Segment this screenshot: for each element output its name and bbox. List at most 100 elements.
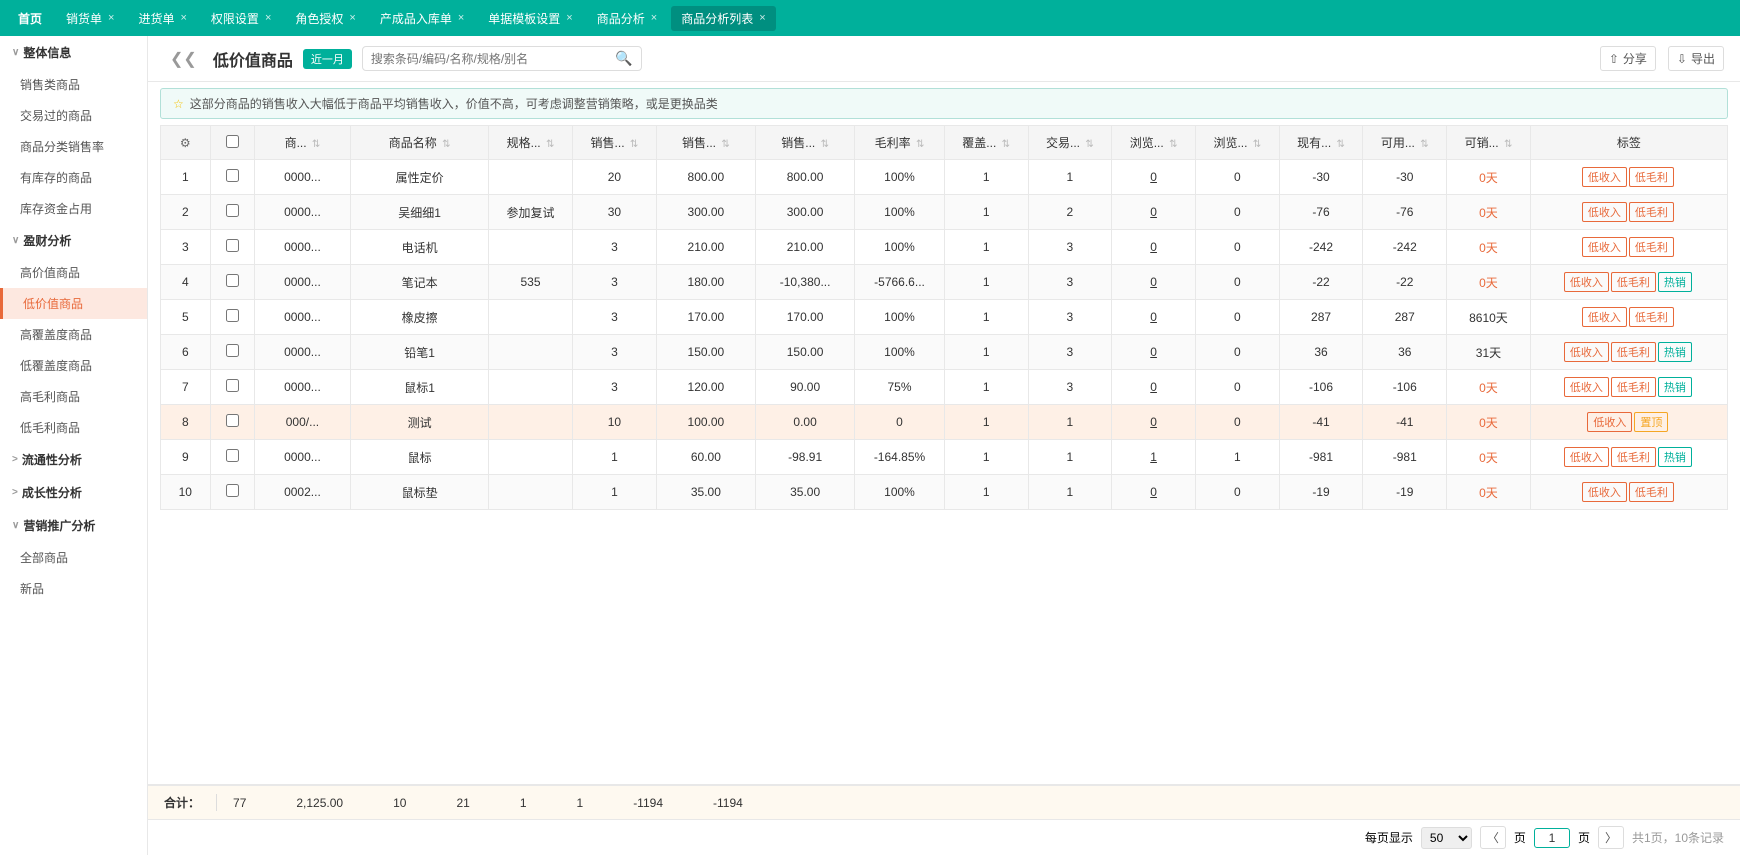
th-coverage[interactable]: 覆盖... ⇅	[944, 126, 1028, 160]
browse-link[interactable]: 1	[1150, 450, 1157, 464]
next-page-button[interactable]: 〉	[1598, 826, 1624, 849]
table-row: 30000...电话机3210.00210.00100%1300-242-242…	[161, 230, 1728, 265]
row-checkbox[interactable]	[226, 239, 239, 252]
sidebar-item-all-products[interactable]: 全部商品	[0, 542, 147, 573]
page-size-select[interactable]: 50 100 200	[1421, 827, 1472, 849]
th-browse2[interactable]: 浏览... ⇅	[1195, 126, 1279, 160]
nav-close-icon[interactable]: ×	[180, 12, 186, 24]
row-checkbox[interactable]	[226, 379, 239, 392]
page-number-input[interactable]	[1534, 828, 1570, 848]
nav-product-analysis[interactable]: 商品分析 ×	[587, 6, 667, 31]
th-name[interactable]: 商品名称 ⇅	[351, 126, 489, 160]
sidebar-item-traded-products[interactable]: 交易过的商品	[0, 100, 147, 131]
nav-role-auth[interactable]: 角色授权 ×	[285, 6, 365, 31]
browse-link[interactable]: 0	[1150, 240, 1157, 254]
nav-close-icon[interactable]: ×	[108, 12, 114, 24]
browse-link[interactable]: 0	[1150, 310, 1157, 324]
row-checkbox[interactable]	[226, 169, 239, 182]
th-sales-amount[interactable]: 销售... ⇅	[656, 126, 755, 160]
row-checkbox[interactable]	[226, 414, 239, 427]
row-checkbox[interactable]	[226, 274, 239, 287]
select-all-checkbox[interactable]	[226, 135, 239, 148]
prev-page-button[interactable]: 〈	[1480, 826, 1506, 849]
info-bar: ☆ 这部分商品的销售收入大幅低于商品平均销售收入，价值不高，可考虑调整营销策略，…	[160, 88, 1728, 119]
th-trade[interactable]: 交易... ⇅	[1028, 126, 1112, 160]
tags-cell: 低收入低毛利热销	[1530, 335, 1727, 370]
nav-close-icon[interactable]: ×	[651, 12, 657, 24]
th-sales-profit[interactable]: 销售... ⇅	[756, 126, 855, 160]
browse-link[interactable]: 0	[1150, 170, 1157, 184]
browse-link[interactable]: 0	[1150, 345, 1157, 359]
collapse-sidebar-button[interactable]: ❮❮	[164, 47, 203, 71]
nav-purchase-order[interactable]: 进货单 ×	[128, 6, 196, 31]
nav-close-icon[interactable]: ×	[458, 12, 464, 24]
sidebar-item-stock-products[interactable]: 有库存的商品	[0, 162, 147, 193]
sidebar-item-new-products[interactable]: 新品	[0, 573, 147, 604]
tags-cell: 低收入低毛利	[1530, 195, 1727, 230]
nav-product-warehousing[interactable]: 产成品入库单 ×	[370, 6, 474, 31]
nav-template-settings[interactable]: 单据模板设置 ×	[478, 6, 582, 31]
row-checkbox[interactable]	[226, 449, 239, 462]
row-checkbox[interactable]	[226, 204, 239, 217]
sidebar-item-category-sales-rate[interactable]: 商品分类销售率	[0, 131, 147, 162]
browse-link[interactable]: 0	[1150, 205, 1157, 219]
share-button[interactable]: ⇧ 分享	[1600, 46, 1656, 71]
th-sellable[interactable]: 可销... ⇅	[1447, 126, 1531, 160]
day-count: 0天	[1479, 241, 1498, 255]
sidebar-group-marketing[interactable]: ∨ 营销推广分析	[0, 509, 147, 542]
th-margin-rate[interactable]: 毛利率 ⇅	[855, 126, 945, 160]
day-count: 0天	[1479, 451, 1498, 465]
sidebar-item-high-margin[interactable]: 高毛利商品	[0, 381, 147, 412]
row-checkbox[interactable]	[226, 344, 239, 357]
nav-home[interactable]: 首页	[8, 6, 52, 31]
sidebar-item-low-coverage[interactable]: 低覆盖度商品	[0, 350, 147, 381]
product-tag: 低毛利	[1611, 377, 1656, 397]
nav-permission-settings[interactable]: 权限设置 ×	[201, 6, 281, 31]
column-settings-icon[interactable]: ⚙	[180, 136, 191, 150]
th-sales-qty[interactable]: 销售... ⇅	[573, 126, 657, 160]
th-code[interactable]: 商... ⇅	[254, 126, 350, 160]
sidebar-group-growth[interactable]: > 成长性分析	[0, 476, 147, 509]
nav-product-analysis-list[interactable]: 商品分析列表 ×	[671, 6, 775, 31]
sidebar-item-low-value[interactable]: 低价值商品	[0, 288, 147, 319]
sidebar-item-low-margin[interactable]: 低毛利商品	[0, 412, 147, 443]
browse-link[interactable]: 0	[1150, 485, 1157, 499]
time-badge[interactable]: 近一月	[303, 49, 352, 69]
sidebar-item-sales-products[interactable]: 销售类商品	[0, 69, 147, 100]
th-browse1[interactable]: 浏览... ⇅	[1112, 126, 1196, 160]
product-tag: 低收入	[1587, 412, 1632, 432]
th-spec[interactable]: 规格... ⇅	[488, 126, 572, 160]
nav-close-icon[interactable]: ×	[265, 12, 271, 24]
row-checkbox[interactable]	[226, 484, 239, 497]
sidebar-item-inventory-fund[interactable]: 库存资金占用	[0, 193, 147, 224]
nav-close-icon[interactable]: ×	[759, 12, 765, 24]
th-current-stock[interactable]: 现有... ⇅	[1279, 126, 1363, 160]
search-icon[interactable]: 🔍	[615, 50, 632, 67]
browse-link[interactable]: 0	[1150, 380, 1157, 394]
table-row: 40000...笔记本5353180.00-10,380...-5766.6..…	[161, 265, 1728, 300]
browse-link[interactable]: 0	[1150, 275, 1157, 289]
th-tags: 标签	[1530, 126, 1727, 160]
product-tag: 低收入	[1582, 237, 1627, 257]
sidebar-item-high-value[interactable]: 高价值商品	[0, 257, 147, 288]
export-button[interactable]: ⇩ 导出	[1668, 46, 1724, 71]
sidebar-item-high-coverage[interactable]: 高覆盖度商品	[0, 319, 147, 350]
th-available[interactable]: 可用... ⇅	[1363, 126, 1447, 160]
nav-close-icon[interactable]: ×	[566, 12, 572, 24]
sort-arrows-icon: ⇅	[1002, 139, 1010, 150]
product-tag: 低毛利	[1629, 167, 1674, 187]
tags-cell: 低收入低毛利热销	[1530, 370, 1727, 405]
sort-arrows-icon: ⇅	[1169, 139, 1177, 150]
table-row: 10000...属性定价20800.00800.00100%1100-30-30…	[161, 160, 1728, 195]
sidebar-group-profit[interactable]: ∨ 盈财分析	[0, 224, 147, 257]
sidebar-group-overall[interactable]: ∨ 整体信息	[0, 36, 147, 69]
sidebar-group-circulation[interactable]: > 流通性分析	[0, 443, 147, 476]
product-tag: 低毛利	[1629, 237, 1674, 257]
browse-link[interactable]: 0	[1150, 415, 1157, 429]
search-input[interactable]	[371, 52, 610, 66]
product-tag: 低毛利	[1611, 272, 1656, 292]
row-checkbox[interactable]	[226, 309, 239, 322]
nav-close-icon[interactable]: ×	[349, 12, 355, 24]
nav-sales-order[interactable]: 销货单 ×	[56, 6, 124, 31]
footer-totals: 合计： 77 2,125.00 10 21 1 1 -1194 -1194	[148, 784, 1740, 819]
